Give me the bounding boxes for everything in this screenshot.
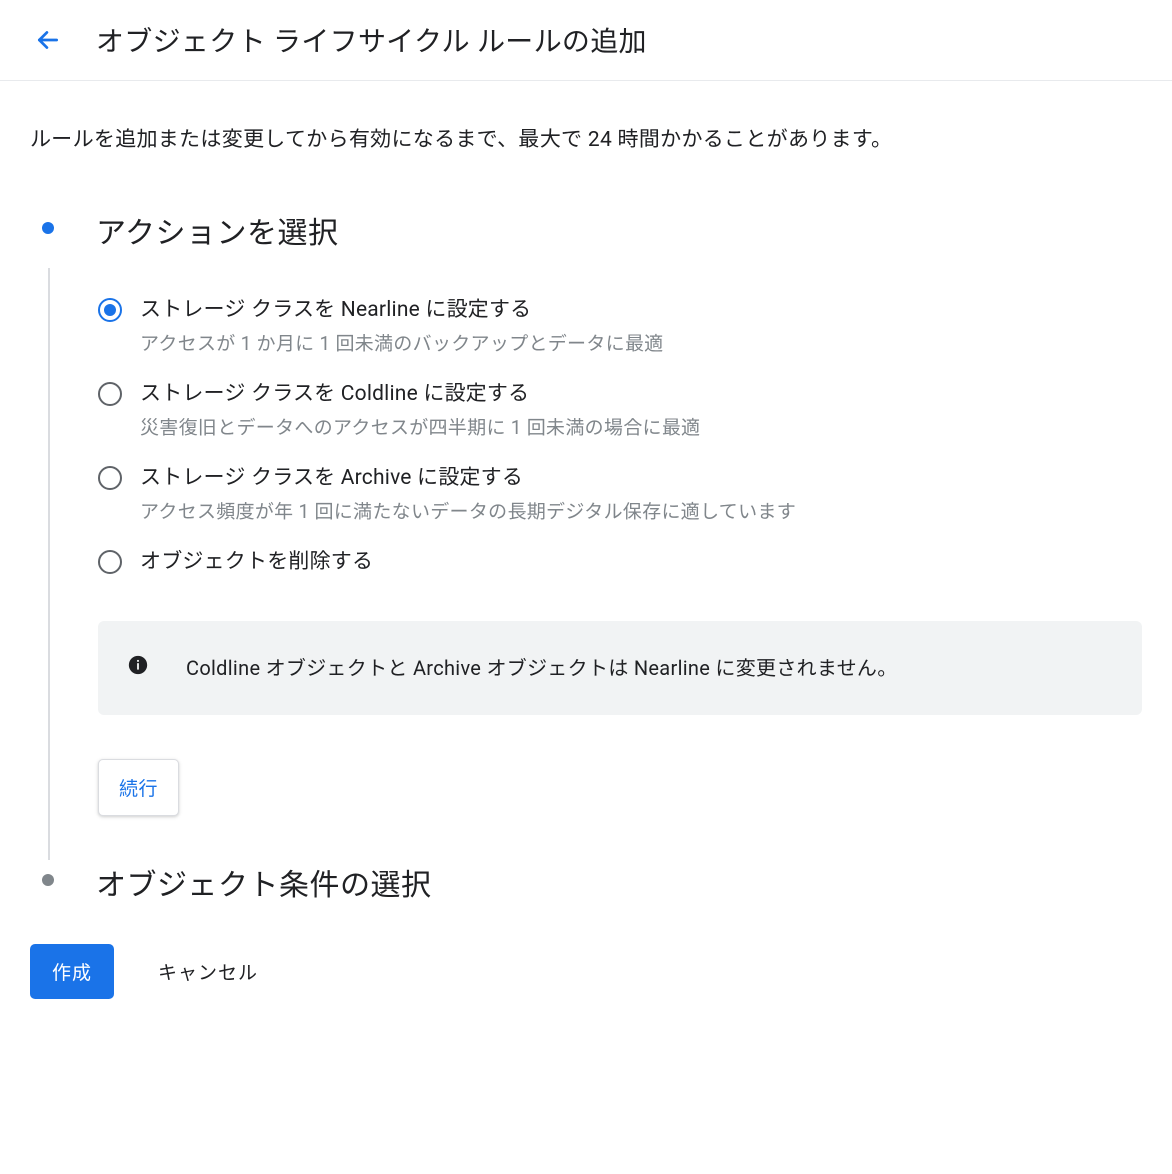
radio-label: オブジェクトを削除する xyxy=(140,548,1142,577)
section-title-condition: オブジェクト条件の選択 xyxy=(96,860,1142,904)
radio-description: アクセスが 1 か月に 1 回未満のバックアップとデータに最適 xyxy=(140,331,1142,358)
radio-indicator xyxy=(98,298,122,322)
radio-description: アクセス頻度が年 1 回に満たないデータの長期デジタル保存に適しています xyxy=(140,499,1142,526)
radio-option-archive[interactable]: ストレージ クラスを Archive に設定する アクセス頻度が年 1 回に満た… xyxy=(98,464,1142,526)
radio-description: 災害復旧とデータへのアクセスが四半期に 1 回未満の場合に最適 xyxy=(140,415,1142,442)
action-step-content: ストレージ クラスを Nearline に設定する アクセスが 1 か月に 1 … xyxy=(48,268,1142,860)
radio-label: ストレージ クラスを Coldline に設定する xyxy=(140,380,1142,409)
page-content: ルールを追加または変更してから有効になるまで、最大で 24 時間かかることがあり… xyxy=(0,81,1172,1029)
info-banner: Coldline オブジェクトと Archive オブジェクトは Nearlin… xyxy=(98,621,1142,715)
continue-button[interactable]: 続行 xyxy=(98,759,179,816)
radio-indicator xyxy=(98,550,122,574)
radio-label: ストレージ クラスを Nearline に設定する xyxy=(140,296,1142,325)
cancel-button[interactable]: キャンセル xyxy=(158,958,258,985)
section-select-condition: オブジェクト条件の選択 xyxy=(30,860,1142,904)
radio-option-coldline[interactable]: ストレージ クラスを Coldline に設定する 災害復旧とデータへのアクセス… xyxy=(98,380,1142,442)
arrow-left-icon xyxy=(35,27,61,53)
info-text: Coldline オブジェクトと Archive オブジェクトは Nearlin… xyxy=(186,649,898,687)
intro-text: ルールを追加または変更してから有効になるまで、最大で 24 時間かかることがあり… xyxy=(30,121,1142,160)
create-button[interactable]: 作成 xyxy=(30,944,114,999)
radio-label: ストレージ クラスを Archive に設定する xyxy=(140,464,1142,493)
page-title: オブジェクト ライフサイクル ルールの追加 xyxy=(96,20,647,60)
step-indicator-inactive xyxy=(42,874,54,886)
back-button[interactable] xyxy=(24,16,72,64)
step-indicator-active xyxy=(42,222,54,234)
section-title-action: アクションを選択 xyxy=(96,208,1142,252)
footer-actions: 作成 キャンセル xyxy=(30,944,1142,999)
radio-option-nearline[interactable]: ストレージ クラスを Nearline に設定する アクセスが 1 か月に 1 … xyxy=(98,296,1142,358)
info-icon xyxy=(126,653,150,677)
page-header: オブジェクト ライフサイクル ルールの追加 xyxy=(0,0,1172,81)
radio-indicator xyxy=(98,382,122,406)
radio-indicator xyxy=(98,466,122,490)
radio-option-delete[interactable]: オブジェクトを削除する xyxy=(98,548,1142,577)
section-select-action: アクションを選択 xyxy=(30,208,1142,252)
